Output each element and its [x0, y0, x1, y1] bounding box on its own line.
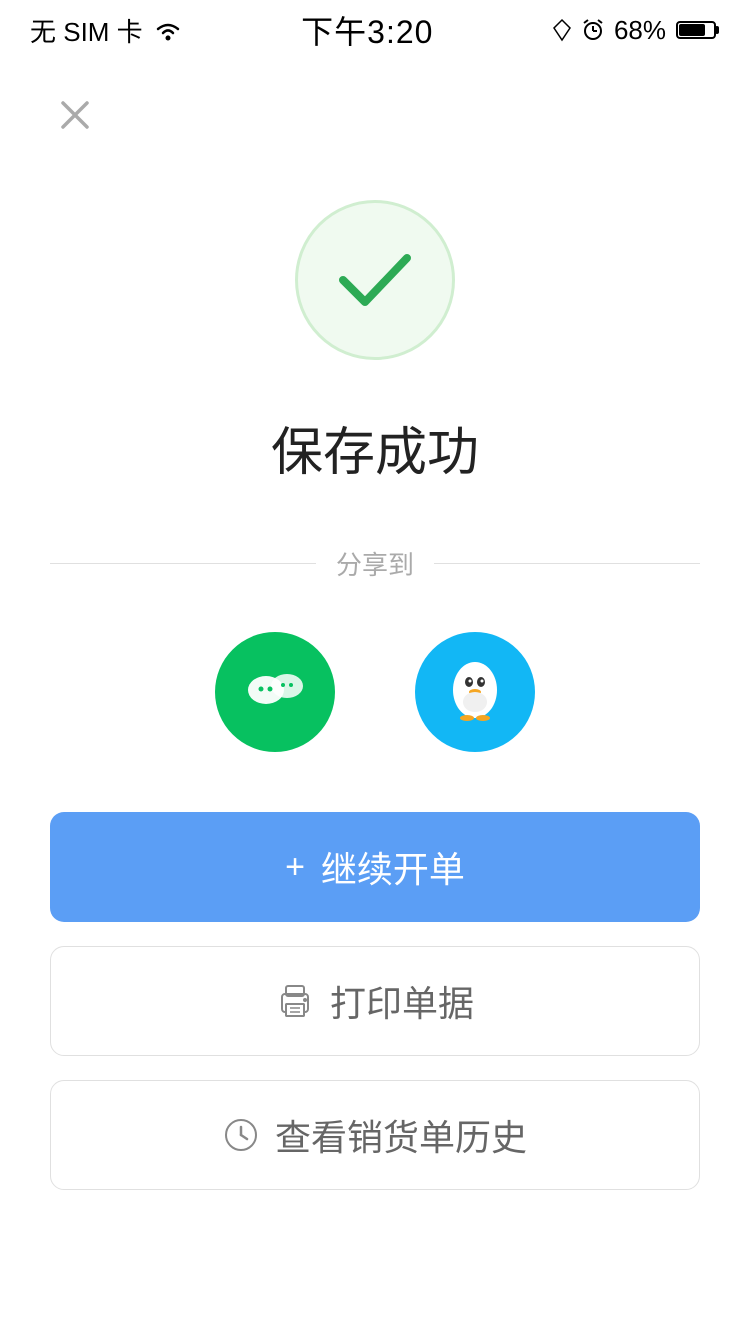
battery-label: 68%	[614, 15, 666, 46]
divider-left	[50, 563, 316, 564]
divider-right	[434, 563, 700, 564]
battery-icon	[676, 19, 720, 41]
page-content: 保存成功 分享到	[0, 60, 750, 1190]
close-button[interactable]	[50, 90, 100, 140]
qq-share-button[interactable]	[415, 632, 535, 752]
checkmark-icon	[335, 250, 415, 310]
print-label: 打印单据	[330, 975, 474, 1027]
status-right: 68%	[552, 15, 720, 46]
share-icons-row	[215, 632, 535, 752]
continue-button[interactable]: + 继续开单	[50, 812, 700, 922]
printer-icon	[276, 984, 314, 1018]
alarm-icon	[582, 18, 604, 42]
history-button[interactable]: 查看销货单历史	[50, 1080, 700, 1190]
wifi-icon	[153, 19, 183, 41]
plus-icon: +	[285, 848, 305, 887]
wechat-share-button[interactable]	[215, 632, 335, 752]
center-section: 保存成功 分享到	[50, 200, 700, 1190]
no-sim-label: 无 SIM 卡	[30, 12, 143, 49]
status-time: 下午3:20	[301, 7, 433, 53]
continue-label: 继续开单	[321, 841, 465, 893]
buttons-section: + 继续开单 打印单据	[50, 812, 700, 1190]
clock-icon	[223, 1117, 259, 1153]
share-divider: 分享到	[50, 545, 700, 582]
status-left: 无 SIM 卡	[30, 12, 183, 49]
print-button[interactable]: 打印单据	[50, 946, 700, 1056]
share-label: 分享到	[336, 545, 414, 582]
status-bar: 无 SIM 卡 下午3:20 68%	[0, 0, 750, 60]
history-label: 查看销货单历史	[275, 1109, 527, 1161]
success-circle	[295, 200, 455, 360]
location-icon	[552, 18, 572, 42]
success-title: 保存成功	[271, 410, 479, 485]
